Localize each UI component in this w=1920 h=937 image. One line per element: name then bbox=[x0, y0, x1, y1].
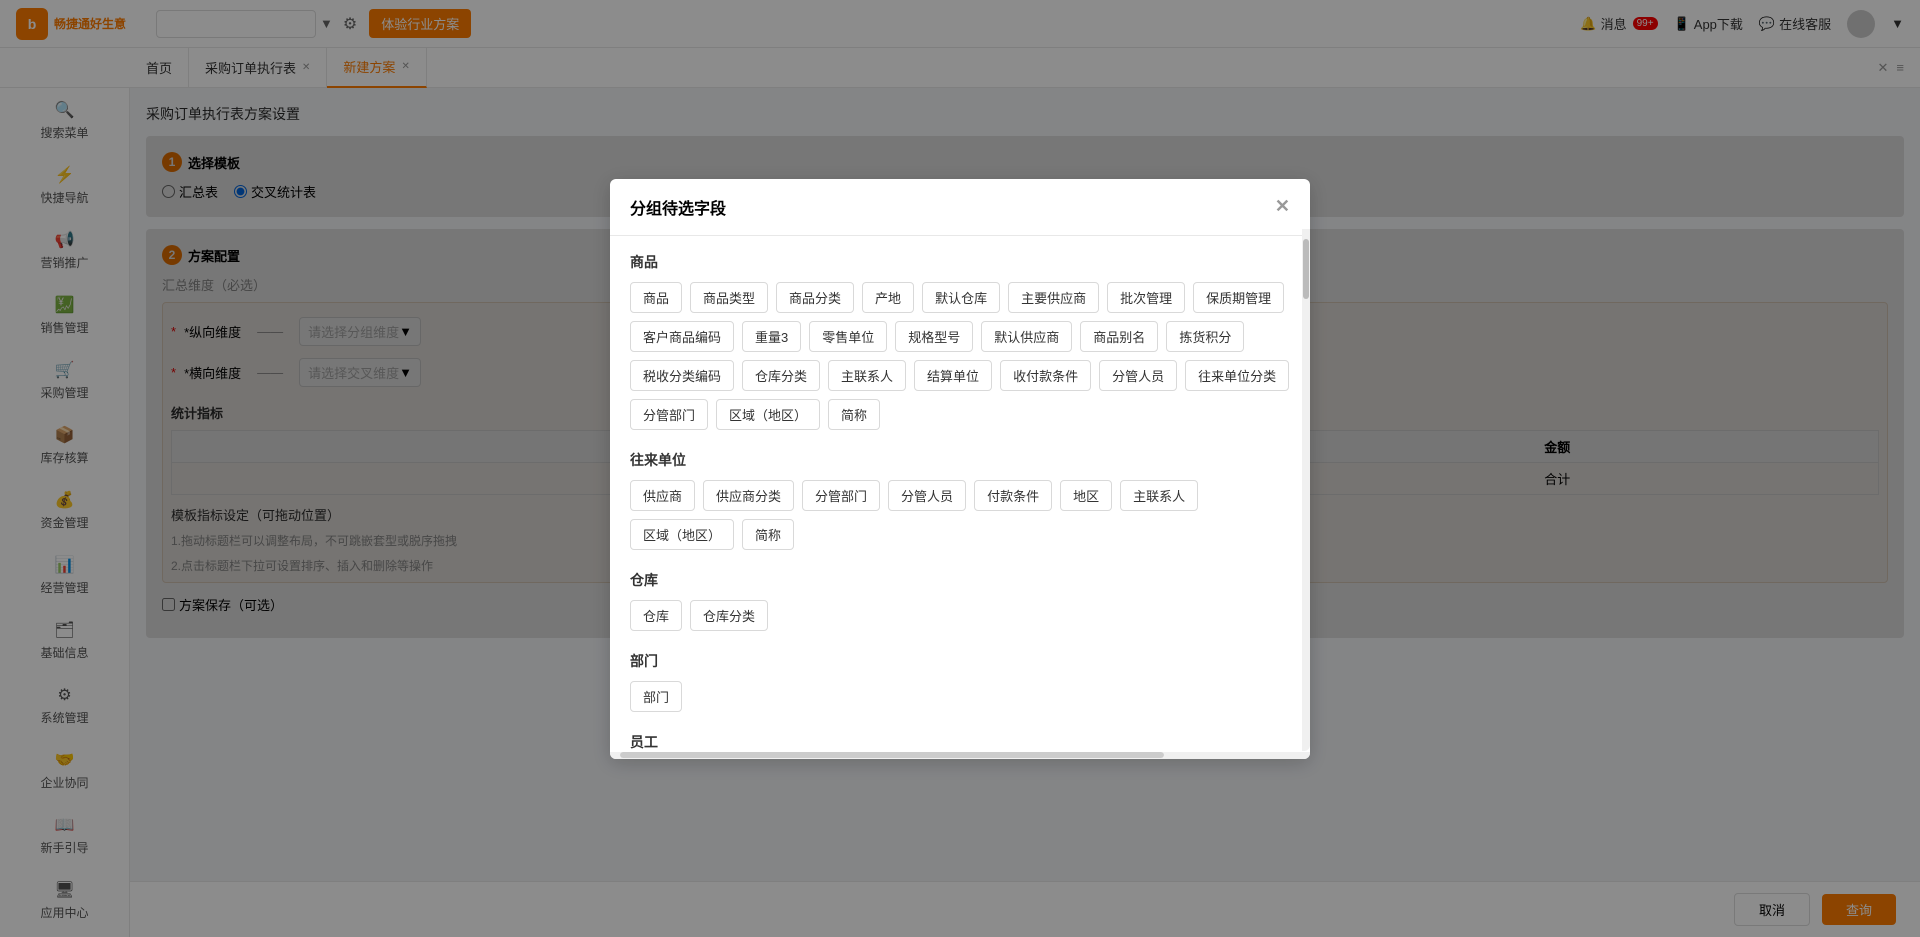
modal-horizontal-scrollbar[interactable] bbox=[610, 752, 1310, 758]
field-tags: 商品商品类型商品分类产地默认仓库主要供应商批次管理保质期管理客户商品编码重量3 零… bbox=[630, 282, 1290, 430]
field-section-员工: 员工业务员 bbox=[630, 732, 1290, 753]
field-tag[interactable]: 分管人员 bbox=[888, 480, 966, 511]
field-tag[interactable]: 商品别名 bbox=[1080, 321, 1158, 352]
field-section-title: 商品 bbox=[630, 252, 1290, 272]
field-tag[interactable]: 税收分类编码 bbox=[630, 360, 734, 391]
modal-header: 分组待选字段 ✕ bbox=[610, 179, 1310, 236]
field-tag[interactable]: 仓库 bbox=[630, 600, 682, 631]
field-tag[interactable]: 仓库分类 bbox=[690, 600, 768, 631]
field-tag[interactable]: 主联系人 bbox=[828, 360, 906, 391]
field-tag[interactable]: 产地 bbox=[862, 282, 914, 313]
field-tag[interactable]: 商品类型 bbox=[690, 282, 768, 313]
vertical-scrollbar-track[interactable] bbox=[1302, 229, 1310, 751]
scrollbar-track bbox=[620, 752, 1164, 758]
field-tags: 供应商供应商分类分管部门分管人员付款条件地区主联系人区域（地区） 简称 bbox=[630, 480, 1290, 550]
field-tag[interactable]: 仓库分类 bbox=[742, 360, 820, 391]
field-tags: 部门 bbox=[630, 681, 1290, 712]
field-tag[interactable]: 重量3 bbox=[742, 321, 801, 352]
field-tag[interactable]: 商品 bbox=[630, 282, 682, 313]
field-section-title: 部门 bbox=[630, 651, 1290, 671]
field-tag[interactable]: 收付款条件 bbox=[1000, 360, 1091, 391]
field-tag[interactable]: 商品分类 bbox=[776, 282, 854, 313]
field-tag[interactable]: 默认仓库 bbox=[922, 282, 1000, 313]
field-tag[interactable]: 简称 bbox=[742, 519, 794, 550]
field-tag[interactable]: 规格型号 bbox=[895, 321, 973, 352]
field-tag[interactable]: 供应商 bbox=[630, 480, 695, 511]
field-tag[interactable]: 保质期管理 bbox=[1193, 282, 1284, 313]
field-section-仓库: 仓库仓库仓库分类 bbox=[630, 570, 1290, 631]
field-tag[interactable]: 默认供应商 bbox=[981, 321, 1072, 352]
modal-title: 分组待选字段 bbox=[630, 195, 726, 219]
scrollbar-thumb bbox=[620, 752, 1164, 758]
vertical-scrollbar-thumb bbox=[1303, 239, 1309, 299]
field-tag[interactable]: 简称 bbox=[828, 399, 880, 430]
field-tag[interactable]: 分管部门 bbox=[630, 399, 708, 430]
field-section-title: 员工 bbox=[630, 732, 1290, 752]
field-tag[interactable]: 部门 bbox=[630, 681, 682, 712]
field-tags: 仓库仓库分类 bbox=[630, 600, 1290, 631]
modal-overlay: 分组待选字段 ✕ 商品商品商品类型商品分类产地默认仓库主要供应商批次管理保质期管… bbox=[0, 0, 1920, 937]
field-tag[interactable]: 主要供应商 bbox=[1008, 282, 1099, 313]
field-tag[interactable]: 往来单位分类 bbox=[1185, 360, 1289, 391]
field-tag[interactable]: 地区 bbox=[1060, 480, 1112, 511]
field-tag[interactable]: 供应商分类 bbox=[703, 480, 794, 511]
field-selection-modal: 分组待选字段 ✕ 商品商品商品类型商品分类产地默认仓库主要供应商批次管理保质期管… bbox=[610, 179, 1310, 759]
field-tag[interactable]: 分管人员 bbox=[1099, 360, 1177, 391]
modal-close-button[interactable]: ✕ bbox=[1275, 196, 1290, 217]
field-section-title: 仓库 bbox=[630, 570, 1290, 590]
field-tag[interactable]: 拣货积分 bbox=[1166, 321, 1244, 352]
field-tag[interactable]: 区域（地区） bbox=[630, 519, 734, 550]
field-tag[interactable]: 客户商品编码 bbox=[630, 321, 734, 352]
field-tag[interactable]: 批次管理 bbox=[1107, 282, 1185, 313]
field-tag[interactable]: 主联系人 bbox=[1120, 480, 1198, 511]
field-tag[interactable]: 分管部门 bbox=[802, 480, 880, 511]
field-tag[interactable]: 结算单位 bbox=[914, 360, 992, 391]
field-tag[interactable]: 区域（地区） bbox=[716, 399, 820, 430]
field-section-title: 往来单位 bbox=[630, 450, 1290, 470]
field-tag[interactable]: 零售单位 bbox=[809, 321, 887, 352]
field-section-往来单位: 往来单位供应商供应商分类分管部门分管人员付款条件地区主联系人区域（地区） 简称 bbox=[630, 450, 1290, 550]
field-tag[interactable]: 付款条件 bbox=[974, 480, 1052, 511]
modal-body[interactable]: 商品商品商品类型商品分类产地默认仓库主要供应商批次管理保质期管理客户商品编码重量… bbox=[610, 236, 1310, 753]
field-section-部门: 部门部门 bbox=[630, 651, 1290, 712]
field-section-商品: 商品商品商品类型商品分类产地默认仓库主要供应商批次管理保质期管理客户商品编码重量… bbox=[630, 252, 1290, 430]
